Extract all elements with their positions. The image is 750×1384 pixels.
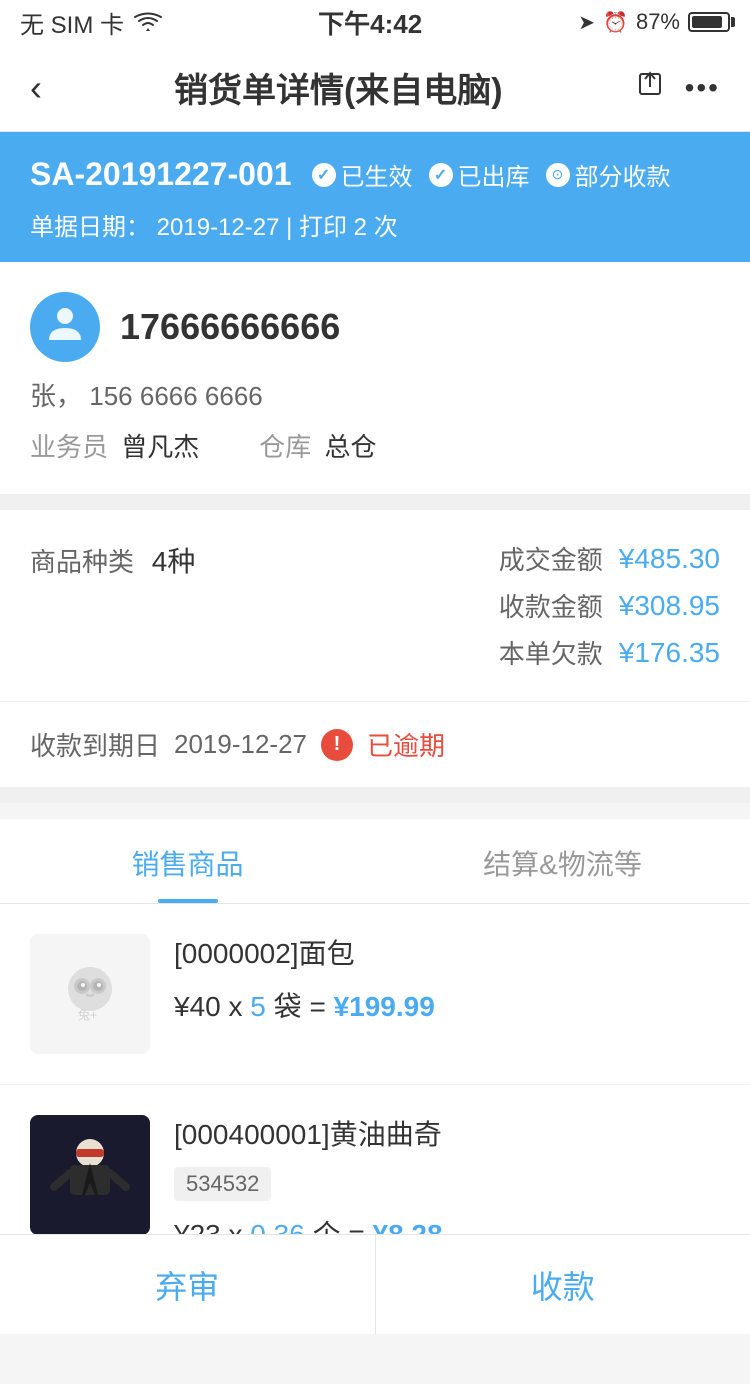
customer-info: 张， 156 6666 6666	[30, 376, 720, 413]
carrier-text: 无 SIM 卡	[20, 5, 124, 40]
category-row: 商品种类 4种	[30, 540, 195, 580]
status-bar: 无 SIM 卡 下午4:42 ➤ ⏰ 87%	[0, 0, 750, 44]
due-label: 本单欠款	[499, 634, 603, 671]
divider-2	[0, 787, 750, 803]
customer-name: 张，	[30, 381, 82, 411]
list-item: 兔+ [0000002]面包 ¥40 x 5 袋 = ¥199.99	[0, 904, 750, 1085]
customer-row: 17666666666	[30, 292, 720, 362]
nav-bar: ‹ 销货单详情(来自电脑) •••	[0, 44, 750, 132]
product-qty-1: 5	[250, 991, 266, 1022]
order-date-label: 单据日期：	[30, 214, 150, 241]
order-header: SA-20191227-001 ✓ 已生效 ✓ 已出库 ⊙ 部分收款 单据日期：…	[0, 132, 750, 262]
more-button[interactable]: •••	[685, 72, 720, 104]
deal-label: 成交金额	[499, 540, 603, 577]
customer-meta: 业务员 曾凡杰 仓库 总仓	[30, 427, 720, 464]
wifi-icon	[134, 12, 162, 32]
category-label: 商品种类	[30, 547, 134, 577]
back-button[interactable]: ‹	[30, 67, 42, 109]
user-icon	[45, 302, 85, 352]
due-date-section: 收款到期日 2019-12-27 ! 已逾期	[0, 701, 750, 787]
page-title: 销货单详情(来自电脑)	[174, 63, 503, 112]
owl-icon: 兔+	[50, 954, 130, 1034]
stats-left: 商品种类 4种	[30, 540, 195, 580]
received-amount: ¥308.95	[619, 590, 720, 622]
received-row: 收款金额 ¥308.95	[499, 587, 720, 624]
badge-partial-payment: ⊙ 部分收款	[546, 157, 671, 192]
alarm-icon: ⏰	[603, 10, 628, 35]
abandon-review-button[interactable]: 弃审	[0, 1235, 376, 1334]
product-total-1: ¥199.99	[334, 991, 435, 1022]
order-badges: ✓ 已生效 ✓ 已出库 ⊙ 部分收款	[312, 157, 671, 192]
order-date-row: 单据日期： 2019-12-27 | 打印 2 次	[30, 207, 720, 242]
warehouse-name: 总仓	[325, 432, 377, 462]
tab-products[interactable]: 销售商品	[0, 819, 375, 903]
overdue-text: 已逾期	[367, 726, 445, 763]
stats-section: 商品种类 4种 成交金额 ¥485.30 收款金额 ¥308.95 本单欠款 ¥…	[0, 510, 750, 701]
due-row: 本单欠款 ¥176.35	[499, 634, 720, 671]
tabs-section: 销售商品 结算&物流等	[0, 819, 750, 904]
order-date-value: 2019-12-27	[157, 214, 280, 241]
location-icon: ➤	[578, 10, 595, 35]
battery-text: 87%	[636, 9, 680, 35]
product-sku-2: 534532	[174, 1167, 271, 1201]
customer-section: 17666666666 张， 156 6666 6666 业务员 曾凡杰 仓库 …	[0, 262, 750, 494]
badge-shipped: ✓ 已出库	[429, 157, 530, 192]
product-thumbnail-1: 兔+	[30, 934, 150, 1054]
sales-name: 曾凡杰	[121, 432, 199, 462]
deal-row: 成交金额 ¥485.30	[499, 540, 720, 577]
nav-actions: •••	[635, 69, 720, 107]
status-left: 无 SIM 卡	[20, 5, 162, 40]
sales-info: 业务员 曾凡杰	[30, 427, 199, 464]
customer-alt-phone: 156 6666 6666	[89, 381, 263, 411]
received-label: 收款金额	[499, 587, 603, 624]
customer-phone: 17666666666	[120, 306, 340, 348]
product-list: 兔+ [0000002]面包 ¥40 x 5 袋 = ¥199.99	[0, 904, 750, 1284]
order-id: SA-20191227-001	[30, 156, 292, 193]
product-thumbnail-2	[30, 1115, 150, 1235]
share-button[interactable]	[635, 69, 665, 107]
collect-payment-button[interactable]: 收款	[376, 1235, 750, 1334]
overdue-icon: !	[321, 729, 353, 761]
warehouse-label: 仓库	[259, 432, 311, 462]
badge-effective: ✓ 已生效	[312, 157, 413, 192]
product-price-1: ¥40 x 5 袋 = ¥199.99	[174, 985, 720, 1025]
sales-label: 业务员	[30, 432, 108, 462]
warehouse-info: 仓库 总仓	[259, 427, 376, 464]
deal-amount: ¥485.30	[619, 543, 720, 575]
due-date-value: 2019-12-27	[174, 729, 307, 760]
stats-right: 成交金额 ¥485.30 收款金额 ¥308.95 本单欠款 ¥176.35	[499, 540, 720, 671]
product-image-2	[40, 1125, 140, 1225]
product-info-2: [000400001]黄油曲奇 534532 ¥23 x 0.36 个 = ¥8…	[174, 1115, 720, 1253]
category-count: 4种	[152, 546, 196, 577]
order-header-top: SA-20191227-001 ✓ 已生效 ✓ 已出库 ⊙ 部分收款	[30, 156, 720, 193]
product-info-1: [0000002]面包 ¥40 x 5 袋 = ¥199.99	[174, 934, 720, 1025]
divider-1	[0, 494, 750, 510]
bottom-bar: 弃审 收款	[0, 1234, 750, 1334]
product-name-1: [0000002]面包	[174, 934, 720, 973]
status-right: ➤ ⏰ 87%	[578, 9, 730, 35]
due-amount: ¥176.35	[619, 637, 720, 669]
product-name-2: [000400001]黄油曲奇	[174, 1115, 720, 1154]
battery-icon	[688, 12, 730, 32]
avatar	[30, 292, 100, 362]
svg-text:兔+: 兔+	[78, 1007, 97, 1022]
status-time: 下午4:42	[318, 4, 422, 41]
order-print-text: | 打印 2 次	[286, 214, 398, 241]
due-date-label: 收款到期日	[30, 726, 160, 763]
tab-settlement[interactable]: 结算&物流等	[375, 819, 750, 903]
